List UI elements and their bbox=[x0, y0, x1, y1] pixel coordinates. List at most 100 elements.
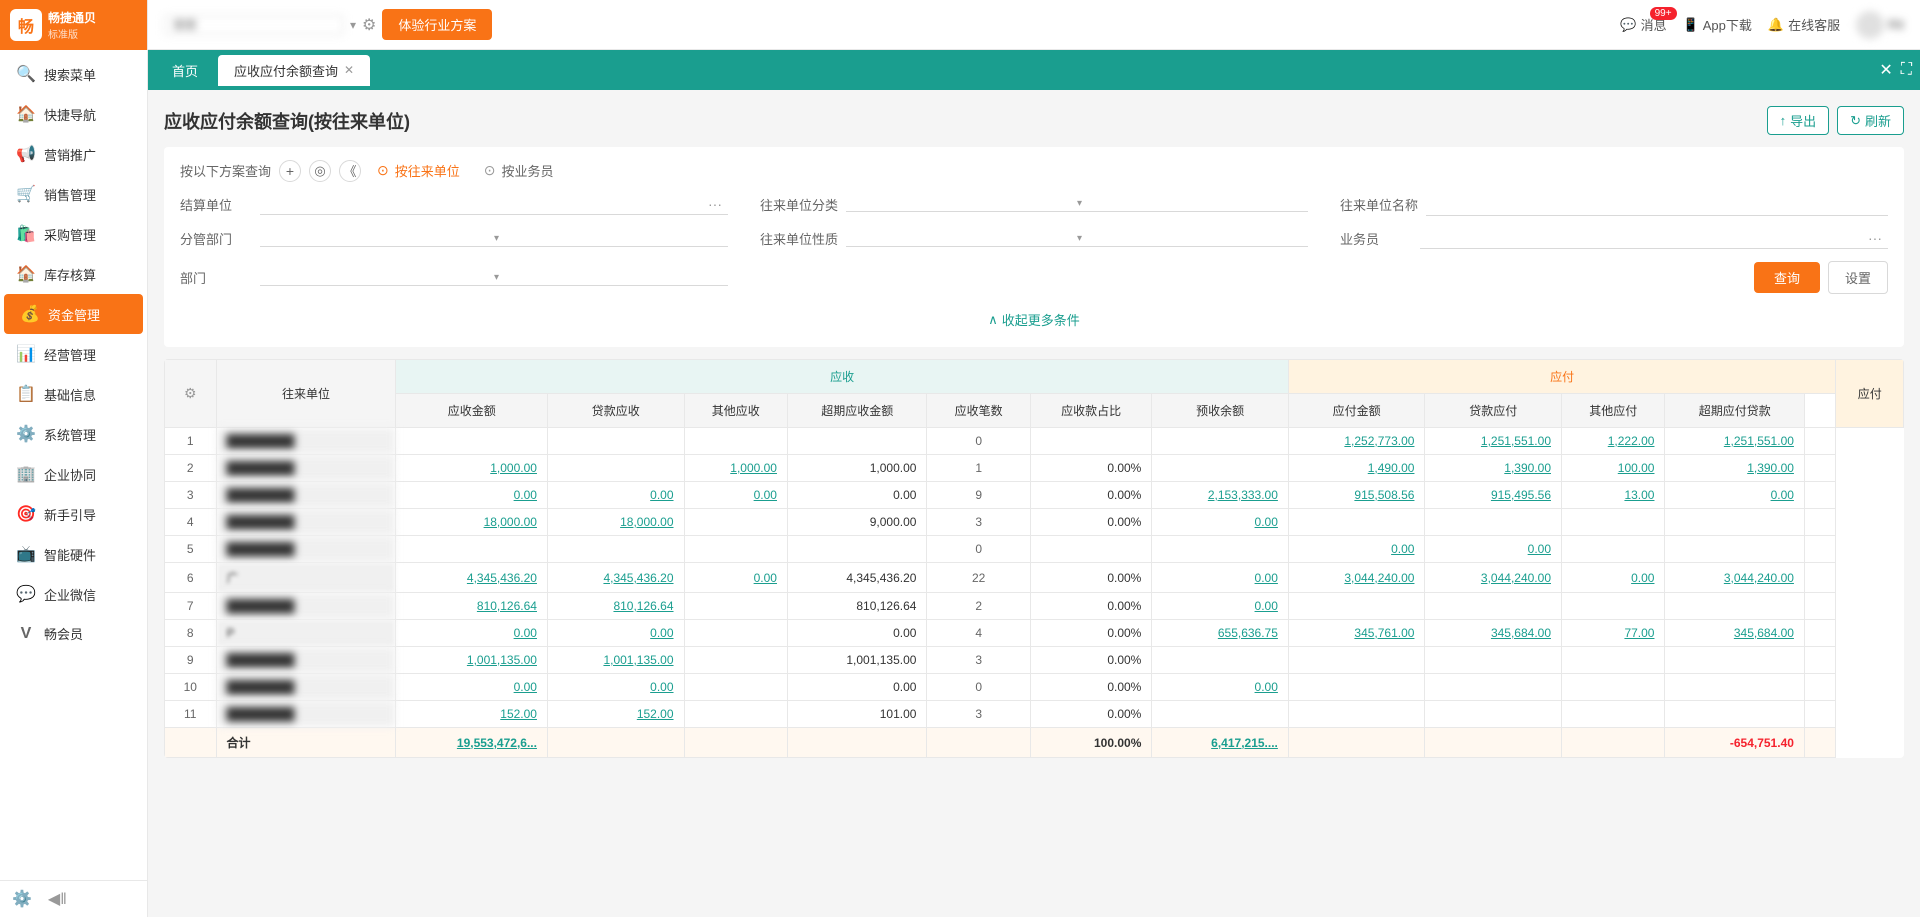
purchase-icon: 🛍️ bbox=[16, 224, 36, 244]
expand-icon[interactable]: ⛶ bbox=[1901, 61, 1912, 79]
finance-icon: 💰 bbox=[20, 304, 40, 324]
gear-icon[interactable]: ⚙ bbox=[184, 385, 197, 401]
footer-receivable-amount[interactable]: 19,553,472,6... bbox=[396, 728, 548, 758]
sidebar-item-purchase[interactable]: 🛍️ 采购管理 bbox=[0, 214, 147, 254]
topbar-left: ▾ ⚙ 体验行业方案 bbox=[164, 9, 1608, 40]
dept-select[interactable]: ▾ bbox=[260, 270, 728, 286]
online-service-button[interactable]: 🔔 在线客服 bbox=[1768, 15, 1840, 34]
filter-field-dept: 部门 ▾ bbox=[180, 261, 728, 294]
guide-icon: 🎯 bbox=[16, 504, 36, 524]
collapse-icon[interactable]: ◀‖ bbox=[48, 889, 67, 909]
user-avatar[interactable]: Rit bbox=[1856, 11, 1904, 39]
table-row: 6广4,345,436.204,345,436.200.004,345,436.… bbox=[165, 563, 1904, 593]
sidebar-item-member[interactable]: V 畅会员 bbox=[0, 614, 147, 653]
th-receivable-count: 应收笔数 bbox=[927, 394, 1030, 428]
filter-add-button[interactable]: + bbox=[279, 160, 301, 182]
tab-home[interactable]: 首页 bbox=[156, 55, 214, 86]
industry-solution-button[interactable]: 体验行业方案 bbox=[382, 9, 492, 40]
unit-nature-select[interactable]: ▾ bbox=[846, 231, 1308, 247]
tab-ar-ap-label: 应收应付余额查询 bbox=[234, 61, 338, 80]
filter-back-button[interactable]: 《 bbox=[339, 160, 361, 182]
sidebar-item-quick-nav[interactable]: 🏠 快捷导航 bbox=[0, 94, 147, 134]
app-download-button[interactable]: 📱 App下载 bbox=[1683, 15, 1752, 34]
close-icon[interactable]: ✕ bbox=[344, 63, 354, 77]
filter-scheme-by-staff[interactable]: ⊙ 按业务员 bbox=[476, 159, 562, 182]
sidebar-item-search[interactable]: 🔍 搜索菜单 bbox=[0, 54, 147, 94]
query-button[interactable]: 查询 bbox=[1754, 262, 1820, 293]
dept-branch-select[interactable]: ▾ bbox=[260, 231, 728, 247]
filter-setting-button[interactable]: ◎ bbox=[309, 160, 331, 182]
th-loan-payable: 贷款应付 bbox=[1425, 394, 1562, 428]
th-unit-name: 往来单位 bbox=[216, 360, 396, 428]
filter-field-settlement-unit: 结算单位 ··· bbox=[180, 192, 728, 216]
settings-button[interactable]: 设置 bbox=[1828, 261, 1888, 294]
tab-ar-ap[interactable]: 应收应付余额查询 ✕ bbox=[218, 55, 370, 86]
sidebar-item-guide[interactable]: 🎯 新手引导 bbox=[0, 494, 147, 534]
sidebar-item-wechat[interactable]: 💬 企业微信 bbox=[0, 574, 147, 614]
footer-row: 合计 19,553,472,6... 100.00% 6,417,215....… bbox=[165, 728, 1904, 758]
sidebar-logo-text: 畅捷通贝 标准版 bbox=[48, 9, 96, 41]
settings-icon[interactable]: ⚙️ bbox=[12, 889, 32, 909]
sidebar-item-system[interactable]: ⚙️ 系统管理 bbox=[0, 414, 147, 454]
inventory-icon: 🏠 bbox=[16, 264, 36, 284]
th-payable-extra: 应付 bbox=[1836, 360, 1904, 428]
sidebar-item-finance[interactable]: 💰 资金管理 bbox=[4, 294, 143, 334]
chevron-down-icon[interactable]: ▾ bbox=[350, 18, 356, 32]
sidebar-item-basic-info[interactable]: 📋 基础信息 bbox=[0, 374, 147, 414]
collapse-up-icon: ∧ bbox=[988, 312, 998, 328]
data-table-container: ⚙ 往来单位 应收 应付 应付 应收金额 贷款应收 其他应收 超期应收金额 应收… bbox=[164, 359, 1904, 758]
chevron-down-icon: ▾ bbox=[494, 233, 722, 244]
footer-empty bbox=[165, 728, 217, 758]
scheme-inactive-icon: ⊙ bbox=[484, 162, 496, 179]
chevron-down-icon: ▾ bbox=[1077, 198, 1302, 209]
filter-scheme-by-unit[interactable]: ⊙ 按往来单位 bbox=[369, 159, 468, 182]
setting-circle-icon: ◎ bbox=[314, 163, 325, 179]
sidebar-logo: 畅 畅捷通贝 标准版 bbox=[0, 0, 147, 50]
wechat-icon: 💬 bbox=[16, 584, 36, 604]
table-row: 7████████810,126.64810,126.64810,126.642… bbox=[165, 593, 1904, 620]
unit-category-select[interactable]: ▾ bbox=[846, 196, 1308, 212]
table-row: 1████████01,252,773.001,251,551.001,222.… bbox=[165, 428, 1904, 455]
th-other-receivable: 其他应收 bbox=[684, 394, 787, 428]
sidebar-item-marketing[interactable]: 📢 营销推广 bbox=[0, 134, 147, 174]
filter-collapse-button[interactable]: ∧ 收起更多条件 bbox=[180, 304, 1888, 335]
dots-icon: ··· bbox=[708, 196, 722, 212]
export-button[interactable]: ↑ 导出 bbox=[1767, 106, 1830, 135]
sidebar-item-operations[interactable]: 📊 经营管理 bbox=[0, 334, 147, 374]
th-overdue-receivable: 超期应收金额 bbox=[787, 394, 926, 428]
unit-name-input[interactable] bbox=[1426, 192, 1888, 216]
sidebar-item-hardware[interactable]: 📺 智能硬件 bbox=[0, 534, 147, 574]
sidebar-logo-icon: 畅 bbox=[10, 9, 42, 41]
refresh-icon: ↻ bbox=[1850, 113, 1861, 129]
chevron-down-icon: ▾ bbox=[494, 272, 722, 283]
table-row: 3████████0.000.000.000.0090.00%2,153,333… bbox=[165, 482, 1904, 509]
message-button[interactable]: 💬 消息 99+ bbox=[1620, 15, 1666, 34]
th-gear[interactable]: ⚙ bbox=[165, 360, 217, 428]
th-overdue-payable: 超期应付贷款 bbox=[1665, 394, 1804, 428]
close-window-icon[interactable]: ✕ bbox=[1879, 60, 1892, 80]
sales-icon: 🛒 bbox=[16, 184, 36, 204]
sidebar-item-enterprise[interactable]: 🏢 企业协同 bbox=[0, 454, 147, 494]
footer-prepaid-balance[interactable]: 6,417,215.... bbox=[1152, 728, 1289, 758]
page-content: 应收应付余额查询(按往来单位) ↑ 导出 ↻ 刷新 按以下方案查询 + ◎ bbox=[148, 90, 1920, 917]
refresh-button[interactable]: ↻ 刷新 bbox=[1837, 106, 1904, 135]
sidebar: 畅 畅捷通贝 标准版 🔍 搜索菜单 🏠 快捷导航 📢 营销推广 🛒 销售管理 🛍… bbox=[0, 0, 148, 917]
footer-overdue-payable: -654,751.40 bbox=[1665, 728, 1804, 758]
dots-icon: ··· bbox=[1868, 230, 1882, 246]
salesperson-input[interactable]: ··· bbox=[1420, 228, 1888, 249]
sidebar-item-label: 搜索菜单 bbox=[44, 65, 96, 84]
export-icon: ↑ bbox=[1780, 113, 1787, 128]
sidebar-item-inventory[interactable]: 🏠 库存核算 bbox=[0, 254, 147, 294]
filter-field-dept-branch: 分管部门 ▾ bbox=[180, 228, 728, 249]
sidebar-item-sales[interactable]: 🛒 销售管理 bbox=[0, 174, 147, 214]
topbar-breadcrumb-input[interactable] bbox=[164, 15, 344, 35]
filter-field-unit-category: 往来单位分类 ▾ bbox=[760, 192, 1308, 216]
topbar-right: 💬 消息 99+ 📱 App下载 🔔 在线客服 Rit bbox=[1620, 11, 1904, 39]
search-icon: 🔍 bbox=[16, 64, 36, 84]
tabbar: 首页 应收应付余额查询 ✕ ✕ ⛶ bbox=[148, 50, 1920, 90]
enterprise-icon: 🏢 bbox=[16, 464, 36, 484]
sidebar-nav: 🔍 搜索菜单 🏠 快捷导航 📢 营销推广 🛒 销售管理 🛍️ 采购管理 🏠 库存… bbox=[0, 50, 147, 880]
filter-field-salesperson: 业务员 ··· bbox=[1340, 228, 1888, 249]
settlement-unit-input[interactable]: ··· bbox=[260, 194, 728, 215]
gear-icon[interactable]: ⚙ bbox=[362, 15, 376, 35]
